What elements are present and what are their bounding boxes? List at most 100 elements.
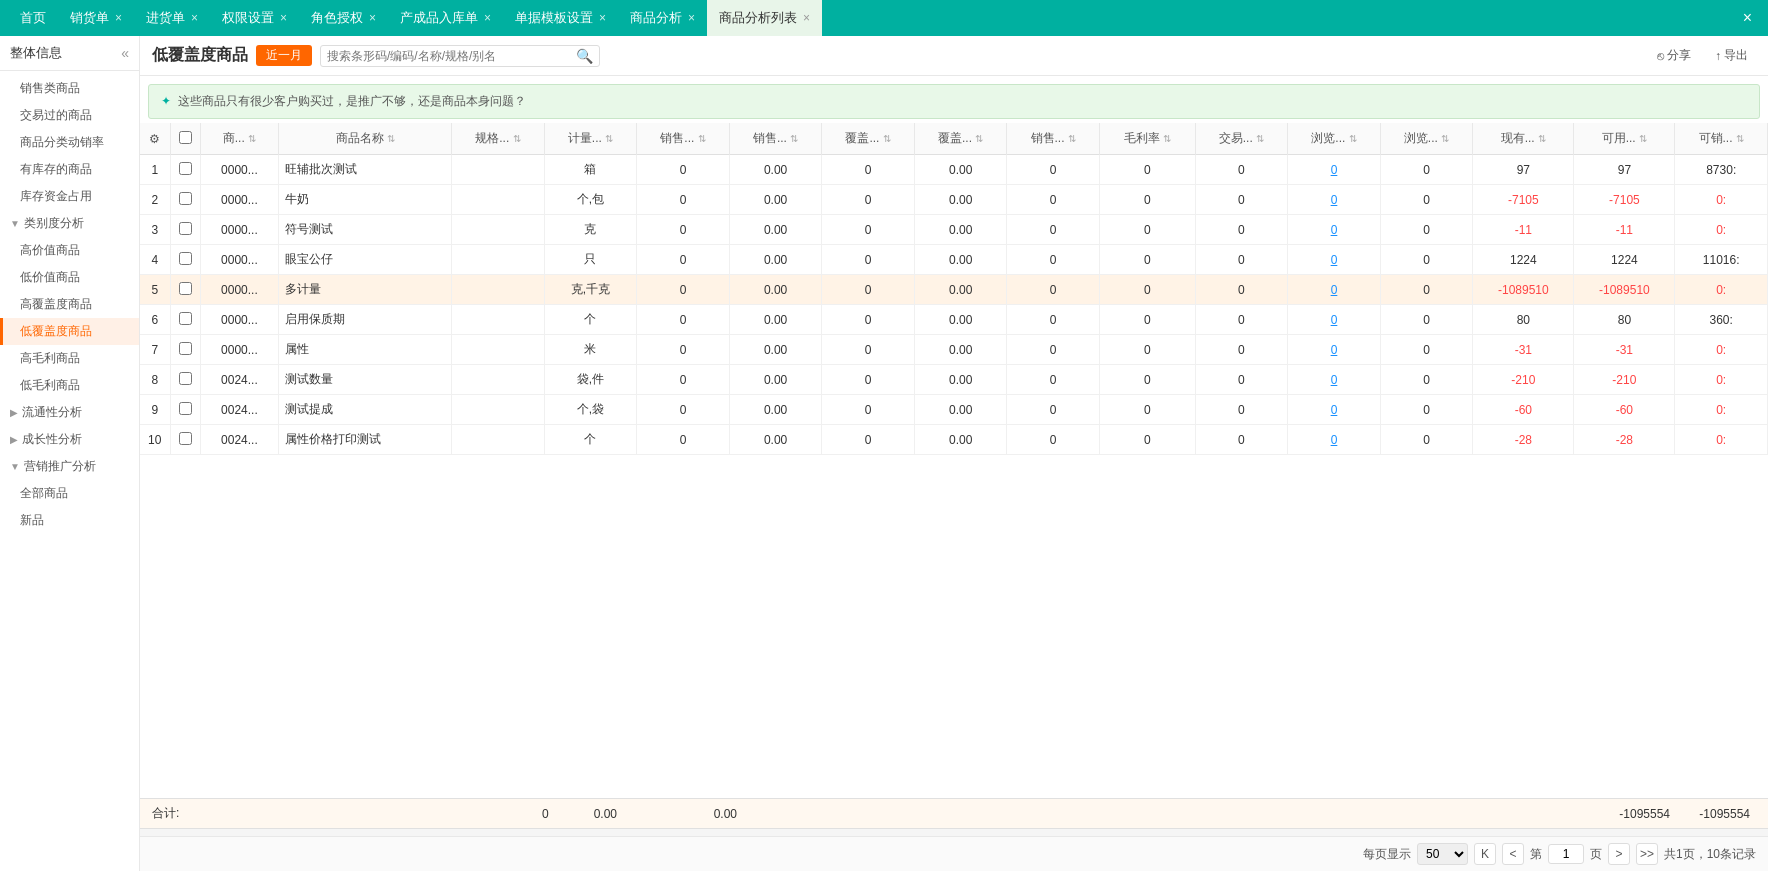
nav-template-close[interactable]: × bbox=[599, 0, 606, 36]
select-all-checkbox[interactable] bbox=[179, 131, 192, 144]
name-column-header[interactable]: 商品名称 ⇅ bbox=[279, 123, 452, 155]
share-button[interactable]: ⎋ 分享 bbox=[1649, 44, 1699, 67]
browse-link[interactable]: 0 bbox=[1331, 403, 1338, 417]
horizontal-scrollbar[interactable] bbox=[140, 828, 1768, 836]
row-browse1[interactable]: 0 bbox=[1288, 365, 1381, 395]
nav-analysis-list[interactable]: 商品分析列表 × bbox=[707, 0, 822, 36]
row-sales-count: 0 bbox=[637, 305, 730, 335]
sidebar-item-low-margin[interactable]: 低毛利商品 bbox=[0, 372, 139, 399]
sidebar-label-low-value: 低价值商品 bbox=[20, 270, 80, 284]
salesx-column-header[interactable]: 销售... ⇅ bbox=[1007, 123, 1100, 155]
row-browse1[interactable]: 0 bbox=[1288, 155, 1381, 185]
sidebar-item-low-coverage[interactable]: 低覆盖度商品 bbox=[0, 318, 139, 345]
nav-role-close[interactable]: × bbox=[369, 0, 376, 36]
sales-amount-column-header[interactable]: 销售... ⇅ bbox=[729, 123, 822, 155]
nav-product-entry-close[interactable]: × bbox=[484, 0, 491, 36]
footer-sales-count: 0 bbox=[515, 807, 575, 821]
row-browse1[interactable]: 0 bbox=[1288, 425, 1381, 455]
browse-link[interactable]: 0 bbox=[1331, 343, 1338, 357]
next-page-button[interactable]: > bbox=[1608, 843, 1630, 865]
table-container[interactable]: ⚙ 商... ⇅ 商品名称 ⇅ 规格... ⇅ 计量... ⇅ 销售... ⇅ … bbox=[140, 123, 1768, 798]
sidebar-item-low-value[interactable]: 低价值商品 bbox=[0, 264, 139, 291]
sidebar-item-capital[interactable]: 库存资金占用 bbox=[0, 183, 139, 210]
unit-column-header[interactable]: 计量... ⇅ bbox=[544, 123, 637, 155]
browse-link[interactable]: 0 bbox=[1331, 163, 1338, 177]
browse-link[interactable]: 0 bbox=[1331, 223, 1338, 237]
export-button[interactable]: ↑ 导出 bbox=[1707, 44, 1756, 67]
browse-link[interactable]: 0 bbox=[1331, 313, 1338, 327]
sidebar-collapse-button[interactable]: « bbox=[121, 45, 129, 61]
row-name: 测试提成 bbox=[279, 395, 452, 425]
row-browse1[interactable]: 0 bbox=[1288, 245, 1381, 275]
nav-permission[interactable]: 权限设置 × bbox=[210, 0, 299, 36]
checkbox-column-header[interactable] bbox=[170, 123, 200, 155]
row-code: 0000... bbox=[200, 185, 279, 215]
browse-link[interactable]: 0 bbox=[1331, 373, 1338, 387]
sidebar-item-sales-goods[interactable]: 销售类商品 bbox=[0, 75, 139, 102]
sidebar-item-high-value[interactable]: 高价值商品 bbox=[0, 237, 139, 264]
row-browse1[interactable]: 0 bbox=[1288, 215, 1381, 245]
sellable-column-header[interactable]: 可销... ⇅ bbox=[1675, 123, 1768, 155]
sidebar-item-new-goods[interactable]: 新品 bbox=[0, 507, 139, 534]
nav-sales-close[interactable]: × bbox=[115, 0, 122, 36]
sidebar-item-high-coverage[interactable]: 高覆盖度商品 bbox=[0, 291, 139, 318]
row-browse2: 0 bbox=[1380, 425, 1473, 455]
row-browse1[interactable]: 0 bbox=[1288, 185, 1381, 215]
gross-rate-column-header[interactable]: 毛利率 ⇅ bbox=[1099, 123, 1195, 155]
nav-purchase-close[interactable]: × bbox=[191, 0, 198, 36]
browse-link[interactable]: 0 bbox=[1331, 433, 1338, 447]
nav-product-entry[interactable]: 产成品入库单 × bbox=[388, 0, 503, 36]
sidebar-item-category-turnover[interactable]: 商品分类动销率 bbox=[0, 129, 139, 156]
nav-analysis[interactable]: 商品分析 × bbox=[618, 0, 707, 36]
table-row: 10000...旺辅批次测试箱00.0000.000000097978730: bbox=[140, 155, 1768, 185]
browse2-column-header[interactable]: 浏览... ⇅ bbox=[1380, 123, 1473, 155]
browse-link[interactable]: 0 bbox=[1331, 283, 1338, 297]
browse-link[interactable]: 0 bbox=[1331, 193, 1338, 207]
sidebar-group-marketing[interactable]: ▼ 营销推广分析 bbox=[0, 453, 139, 480]
last-page-button[interactable]: >> bbox=[1636, 843, 1658, 865]
current-stock-column-header[interactable]: 现有... ⇅ bbox=[1473, 123, 1574, 155]
sidebar-item-traded-goods[interactable]: 交易过的商品 bbox=[0, 102, 139, 129]
row-gross-rate: 0 bbox=[1099, 155, 1195, 185]
row-browse1[interactable]: 0 bbox=[1288, 275, 1381, 305]
sales-count-column-header[interactable]: 销售... ⇅ bbox=[637, 123, 730, 155]
browse1-column-header[interactable]: 浏览... ⇅ bbox=[1288, 123, 1381, 155]
row-browse1[interactable]: 0 bbox=[1288, 305, 1381, 335]
nav-home[interactable]: 首页 bbox=[8, 0, 58, 36]
nav-sales-order[interactable]: 销货单 × bbox=[58, 0, 134, 36]
footer-current-stock: -1095554 bbox=[1596, 807, 1676, 821]
per-page-select[interactable]: 50 20 100 bbox=[1417, 843, 1468, 865]
code-column-header[interactable]: 商... ⇅ bbox=[200, 123, 279, 155]
nav-analysis-close[interactable]: × bbox=[688, 0, 695, 36]
search-icon[interactable]: 🔍 bbox=[576, 48, 593, 64]
sidebar-label-capital: 库存资金占用 bbox=[20, 189, 92, 203]
info-banner-text: 这些商品只有很少客户购买过，是推广不够，还是商品本身问题？ bbox=[178, 94, 526, 108]
page-input[interactable] bbox=[1548, 844, 1584, 864]
sidebar-group-growth[interactable]: ▶ 成长性分析 bbox=[0, 426, 139, 453]
sidebar-item-stocked-goods[interactable]: 有库存的商品 bbox=[0, 156, 139, 183]
sidebar-group-liquidity[interactable]: ▶ 流通性分析 bbox=[0, 399, 139, 426]
nav-analysis-list-close[interactable]: × bbox=[803, 0, 810, 36]
sidebar-group-category-analysis[interactable]: ▼ 类别度分析 bbox=[0, 210, 139, 237]
nav-permission-close[interactable]: × bbox=[280, 0, 287, 36]
row-browse1[interactable]: 0 bbox=[1288, 395, 1381, 425]
window-close-button[interactable]: × bbox=[1735, 9, 1760, 27]
spec-column-header[interactable]: 规格... ⇅ bbox=[452, 123, 545, 155]
available-column-header[interactable]: 可用... ⇅ bbox=[1574, 123, 1675, 155]
search-input[interactable] bbox=[327, 49, 572, 63]
first-page-button[interactable]: K bbox=[1474, 843, 1496, 865]
prev-page-button[interactable]: < bbox=[1502, 843, 1524, 865]
nav-purchase-order[interactable]: 进货单 × bbox=[134, 0, 210, 36]
share-icon: ⎋ bbox=[1657, 49, 1664, 63]
row-browse1[interactable]: 0 bbox=[1288, 335, 1381, 365]
coverage2-column-header[interactable]: 覆盖... ⇅ bbox=[914, 123, 1007, 155]
coverage1-column-header[interactable]: 覆盖... ⇅ bbox=[822, 123, 915, 155]
period-button[interactable]: 近一月 bbox=[256, 45, 312, 66]
sidebar-item-high-margin[interactable]: 高毛利商品 bbox=[0, 345, 139, 372]
nav-role[interactable]: 角色授权 × bbox=[299, 0, 388, 36]
sidebar-item-all-goods[interactable]: 全部商品 bbox=[0, 480, 139, 507]
nav-template[interactable]: 单据模板设置 × bbox=[503, 0, 618, 36]
browse-link[interactable]: 0 bbox=[1331, 253, 1338, 267]
transaction-column-header[interactable]: 交易... ⇅ bbox=[1195, 123, 1288, 155]
settings-column-header[interactable]: ⚙ bbox=[140, 123, 170, 155]
